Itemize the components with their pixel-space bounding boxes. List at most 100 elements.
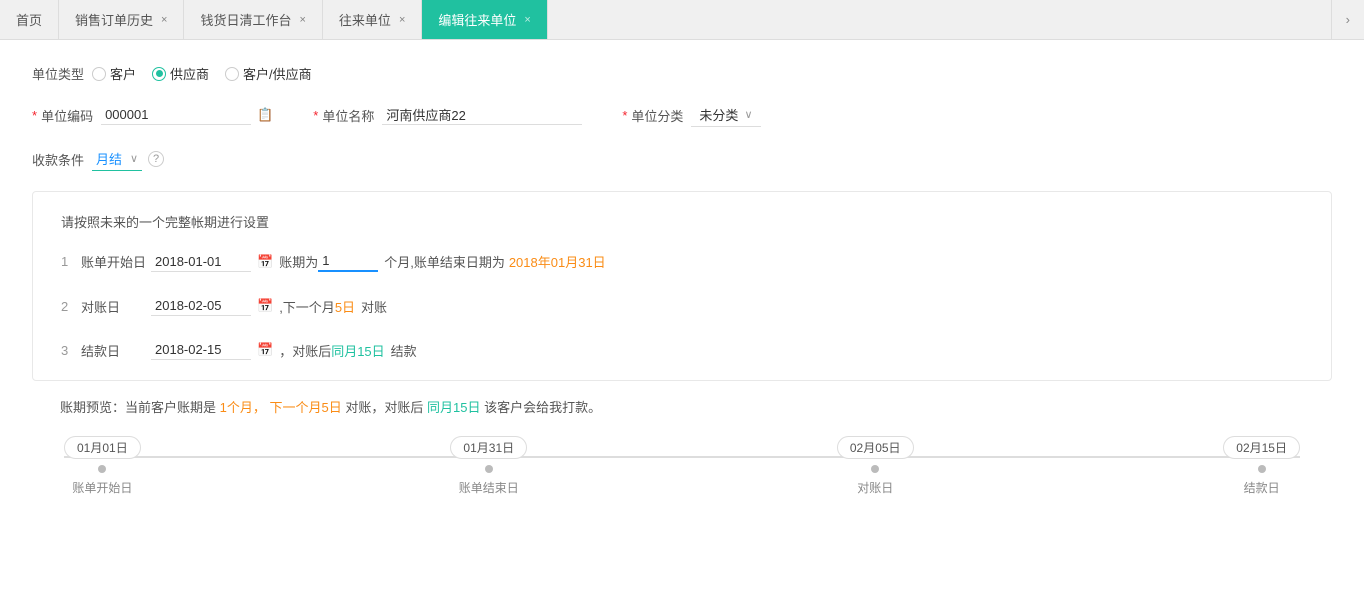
tab-sales-history-close[interactable]: × — [161, 14, 167, 26]
period-suffix-2b: 对账 — [361, 297, 387, 316]
unit-category-select[interactable]: 未分类 ∨ — [691, 103, 760, 127]
period-label-3: 结款日 — [81, 341, 151, 360]
timeline-bubble-1: 01月01日 — [64, 436, 141, 459]
main-content: 单位类型 客户 供应商 客户/供应商 * 单位编码 📋 — [0, 40, 1364, 608]
tab-sales-history[interactable]: 销售订单历史 × — [59, 0, 184, 39]
tab-sales-history-label: 销售订单历史 — [75, 10, 153, 29]
radio-customer-circle — [92, 67, 106, 81]
timeline-bubble-4: 02月15日 — [1223, 436, 1300, 459]
preview-label: 账期预览：当前客户账期是 — [60, 400, 216, 415]
timeline-bubble-3: 02月05日 — [837, 436, 914, 459]
unit-code-label: 单位编码 — [41, 106, 93, 125]
period-highlight-3: 同月15日 — [331, 341, 384, 360]
period-num-3: 3 — [61, 343, 81, 358]
radio-both-circle — [225, 67, 239, 81]
preview-text: 账期预览：当前客户账期是 1个月， 下一个月5日 对账，对账后 同月15日 该客… — [60, 397, 1304, 416]
payment-chevron-icon: ∨ — [130, 152, 138, 165]
tab-partner-label: 往来单位 — [339, 10, 391, 29]
preview-end: 该客户会给我打款。 — [484, 400, 601, 415]
unit-code-input[interactable] — [101, 105, 251, 125]
radio-customer-label: 客户 — [110, 64, 136, 83]
period-num-2: 2 — [61, 299, 81, 314]
payment-select[interactable]: 月结 ∨ — [92, 147, 142, 171]
timeline-dot-4 — [1258, 465, 1266, 473]
unit-code-group: * 单位编码 📋 — [32, 105, 273, 125]
unit-category-group: * 单位分类 未分类 ∨ — [622, 103, 760, 127]
payment-value: 月结 — [96, 149, 122, 168]
payment-label: 收款条件 — [32, 150, 84, 169]
period-highlight-2: 5日 — [335, 297, 355, 316]
preview-part3: 同月15日 — [427, 400, 480, 415]
timeline-point-3: 02月05日 对账日 — [837, 436, 914, 496]
period-cal-1[interactable]: 📅 — [257, 254, 273, 270]
unit-category-chevron-icon: ∨ — [744, 108, 752, 121]
period-cal-3[interactable]: 📅 — [257, 342, 273, 358]
period-label-1: 账单开始日 — [81, 252, 151, 271]
radio-supplier-dot — [156, 70, 163, 77]
period-suffix-2a: ,下一个月 — [279, 297, 335, 316]
tab-partner[interactable]: 往来单位 × — [323, 0, 422, 39]
timeline-dot-3 — [871, 465, 879, 473]
radio-supplier-circle — [152, 67, 166, 81]
timeline-label-1: 账单开始日 — [72, 479, 132, 496]
period-label-2: 对账日 — [81, 297, 151, 316]
timeline-dot-1 — [98, 465, 106, 473]
timeline-point-2: 01月31日 账单结束日 — [450, 436, 527, 496]
unit-name-label: 单位名称 — [322, 106, 374, 125]
tab-partner-close[interactable]: × — [399, 14, 405, 26]
radio-supplier[interactable]: 供应商 — [152, 64, 209, 83]
preview-part1: 1个月， — [220, 400, 266, 415]
period-date-1: 2018-01-01 — [151, 252, 251, 272]
period-date-3: 2018-02-15 — [151, 340, 251, 360]
radio-customer[interactable]: 客户 — [92, 64, 136, 83]
unit-name-group: * 单位名称 — [313, 105, 582, 125]
tab-home[interactable]: 首页 — [0, 0, 59, 39]
period-num-1: 1 — [61, 254, 81, 269]
tab-edit-partner-close[interactable]: × — [524, 14, 530, 26]
tab-cash-work-label: 钱货日清工作台 — [200, 10, 291, 29]
tab-more-button[interactable]: › — [1331, 0, 1364, 39]
period-suffix-3b: 结款 — [391, 341, 417, 360]
timeline-point-1: 01月01日 账单开始日 — [64, 436, 141, 496]
period-end-date-1: 2018年01月31日 — [509, 252, 606, 271]
period-box: 请按照未来的一个完整帐期进行设置 1 账单开始日 2018-01-01 📅 账期… — [32, 191, 1332, 381]
tab-edit-partner-label: 编辑往来单位 — [438, 10, 516, 29]
unit-name-star: * — [313, 108, 318, 123]
period-suffix-1b: 个月,账单结束日期为 — [384, 252, 505, 271]
unit-type-row: 单位类型 客户 供应商 客户/供应商 — [32, 64, 1332, 83]
period-date-2: 2018-02-05 — [151, 296, 251, 316]
tab-cash-work-close[interactable]: × — [299, 14, 305, 26]
timeline-label-2: 账单结束日 — [459, 479, 519, 496]
unit-code-calendar-icon[interactable]: 📋 — [257, 107, 273, 123]
payment-help-icon[interactable]: ? — [148, 151, 164, 167]
unit-type-radio-group: 客户 供应商 客户/供应商 — [92, 64, 312, 83]
timeline-points: 01月01日 账单开始日 01月31日 账单结束日 02月05日 对账日 02月… — [64, 436, 1300, 496]
unit-type-label: 单位类型 — [32, 64, 84, 83]
period-title: 请按照未来的一个完整帐期进行设置 — [61, 212, 1303, 231]
timeline-label-4: 结款日 — [1244, 479, 1280, 496]
tab-home-label: 首页 — [16, 10, 42, 29]
unit-code-star: * — [32, 108, 37, 123]
radio-both-label: 客户/供应商 — [243, 64, 312, 83]
timeline-point-4: 02月15日 结款日 — [1223, 436, 1300, 496]
tab-cash-work[interactable]: 钱货日清工作台 × — [184, 0, 322, 39]
preview-part2: 下一个月5日 — [270, 400, 342, 415]
timeline-dot-2 — [485, 465, 493, 473]
timeline-label-3: 对账日 — [857, 479, 893, 496]
period-suffix-1a: 账期为 — [279, 252, 318, 271]
preview-middle: 对账，对账后 — [345, 400, 423, 415]
period-row-3: 3 结款日 2018-02-15 📅 ，对账后 同月15日 结款 — [61, 340, 1303, 360]
unit-category-star: * — [622, 108, 627, 123]
period-row-1: 1 账单开始日 2018-01-01 📅 账期为 个月,账单结束日期为 2018… — [61, 251, 1303, 272]
unit-category-label: 单位分类 — [631, 106, 683, 125]
tab-edit-partner[interactable]: 编辑往来单位 × — [422, 0, 547, 39]
period-cal-2[interactable]: 📅 — [257, 298, 273, 314]
unit-category-value: 未分类 — [699, 105, 738, 124]
tabs-bar: 首页 销售订单历史 × 钱货日清工作台 × 往来单位 × 编辑往来单位 × › — [0, 0, 1364, 40]
info-row: * 单位编码 📋 * 单位名称 * 单位分类 未分类 ∨ — [32, 103, 1332, 127]
unit-name-input[interactable] — [382, 105, 582, 125]
payment-row: 收款条件 月结 ∨ ? — [32, 147, 1332, 171]
radio-both[interactable]: 客户/供应商 — [225, 64, 312, 83]
period-row-2: 2 对账日 2018-02-05 📅 ,下一个月 5日 对账 — [61, 296, 1303, 316]
period-months-input[interactable] — [318, 251, 378, 272]
